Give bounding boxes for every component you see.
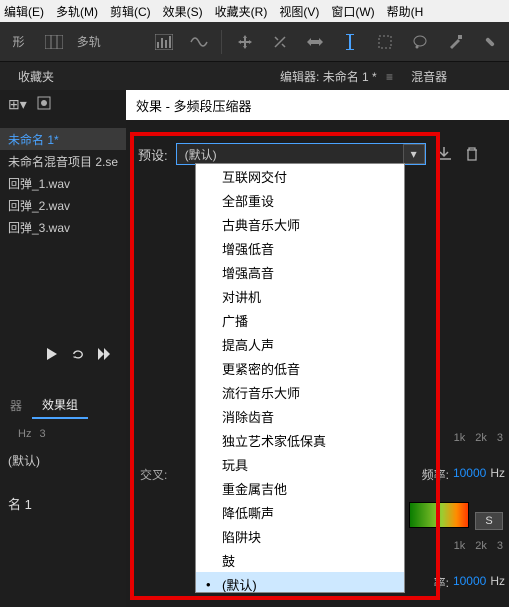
tab-effects-rack[interactable]: 效果组 [32,392,88,419]
preset-option[interactable]: 鼓 [196,548,404,572]
file-item[interactable]: 未命名混音项目 2.se [0,150,126,172]
brush-tool-icon[interactable] [443,29,468,55]
save-preset-icon[interactable] [434,144,454,164]
file-item[interactable]: 回弹_3.wav [0,216,126,238]
menu-help[interactable]: 帮助(H [387,3,424,20]
rack-preset-default[interactable]: (默认) [0,448,126,472]
menu-clip[interactable]: 剪辑(C) [110,3,151,20]
preset-option-selected[interactable]: (默认) [196,572,404,593]
preset-label: 预设: [138,145,168,164]
menu-edit[interactable]: 编辑(E) [4,3,44,20]
menu-view[interactable]: 视图(V) [279,3,319,20]
menu-fav[interactable]: 收藏夹(R) [215,3,268,20]
track-name: 名 1 [0,494,126,513]
panel-header-row: 收藏夹 编辑器: 未命名 1 * ≡ 混音器 [0,62,509,90]
preset-option[interactable]: 对讲机 [196,284,404,308]
frequency-value[interactable]: 10000 [453,466,486,483]
razor-tool-icon[interactable] [267,29,292,55]
move-tool-icon[interactable] [232,29,257,55]
preset-option[interactable]: 消除齿音 [196,404,404,428]
hz-label: Hz [18,428,31,448]
skip-icon[interactable] [98,348,110,374]
preset-option[interactable]: 流行音乐大师 [196,380,404,404]
editor-doc-name[interactable]: 未命名 1 * [323,70,377,84]
menu-bar: 编辑(E) 多轨(M) 剪辑(C) 效果(S) 收藏夹(R) 视图(V) 窗口(… [0,0,509,22]
file-item[interactable]: 回弹_2.wav [0,194,126,216]
preset-combo-value: (默认) [185,146,217,163]
record-icon[interactable] [37,96,51,113]
preset-option[interactable]: 广播 [196,308,404,332]
tool-row: 形 多轨 [0,22,509,62]
favorites-panel-title: 收藏夹 [0,68,270,85]
preset-option[interactable]: 全部重设 [196,188,404,212]
marquee-tool-icon[interactable] [373,29,398,55]
left-column: ⊞▾ 未命名 1* 未命名混音项目 2.se 回弹_1.wav 回弹_2.wav… [0,90,126,607]
menu-window[interactable]: 窗口(W) [331,3,374,20]
pitch-icon[interactable] [186,29,211,55]
lasso-tool-icon[interactable] [408,29,433,55]
delete-preset-icon[interactable] [462,144,482,164]
solo-button[interactable]: S [475,512,503,530]
heal-tool-icon[interactable] [478,29,503,55]
preset-option[interactable]: 增强低音 [196,236,404,260]
file-item[interactable]: 未命名 1* [0,128,126,150]
menu-multitrack[interactable]: 多轨(M) [56,3,98,20]
chevron-down-icon[interactable]: ▾ [403,144,425,164]
freq-ruler: 1k2k3 [419,432,509,444]
preset-dropdown-list[interactable]: 互联网交付 全部重设 古典音乐大师 增强低音 增强高音 对讲机 广播 提高人声 … [195,163,405,593]
loop-icon[interactable] [72,348,84,374]
lower-tabs: 器 效果组 [0,392,126,418]
slip-tool-icon[interactable] [303,29,328,55]
solo-row: S [475,512,503,530]
preset-option[interactable]: 玩具 [196,452,404,476]
freq-ruler-2: 1k2k3 [419,540,509,552]
transport-controls [0,348,126,374]
panel-menu-chevron-icon[interactable]: ≡ [386,70,393,84]
play-icon[interactable] [46,348,58,374]
mode-multitrack[interactable]: 多轨 [76,29,101,55]
toolbar-separator [221,30,222,54]
frequency-value-2[interactable]: 10000 [453,574,486,591]
mode-waveform[interactable]: 形 [6,29,31,55]
mode-panels-icon[interactable] [41,29,66,55]
hz-tick: 3 [39,428,45,448]
preset-option[interactable]: 增强高音 [196,260,404,284]
mixer-panel-title[interactable]: 混音器 [411,68,447,85]
preset-option[interactable]: 古典音乐大师 [196,212,404,236]
preset-option[interactable]: 重金属吉他 [196,476,404,500]
menu-effects[interactable]: 效果(S) [163,3,203,20]
spectral-icon[interactable] [151,29,176,55]
file-list: 未命名 1* 未命名混音项目 2.se 回弹_1.wav 回弹_2.wav 回弹… [0,128,126,238]
crossover-label: 交叉: [140,466,167,483]
preset-option[interactable]: 更紧密的低音 [196,356,404,380]
preset-option[interactable]: 互联网交付 [196,164,404,188]
preset-combo[interactable]: (默认) ▾ [176,143,426,165]
add-file-icon[interactable]: ⊞▾ [8,96,27,113]
tab-processor[interactable]: 器 [0,393,32,418]
preset-option[interactable]: 独立艺术家低保真 [196,428,404,452]
preset-option[interactable]: 陷阱块 [196,524,404,548]
level-meter [409,502,469,528]
time-select-tool-icon[interactable] [338,29,363,55]
preset-option[interactable]: 提高人声 [196,332,404,356]
effect-dialog-title: 效果 - 多频段压缩器 [126,90,509,120]
file-item[interactable]: 回弹_1.wav [0,172,126,194]
editor-panel-label: 编辑器: 未命名 1 * ≡ [280,68,393,85]
preset-option[interactable]: 降低嘶声 [196,500,404,524]
